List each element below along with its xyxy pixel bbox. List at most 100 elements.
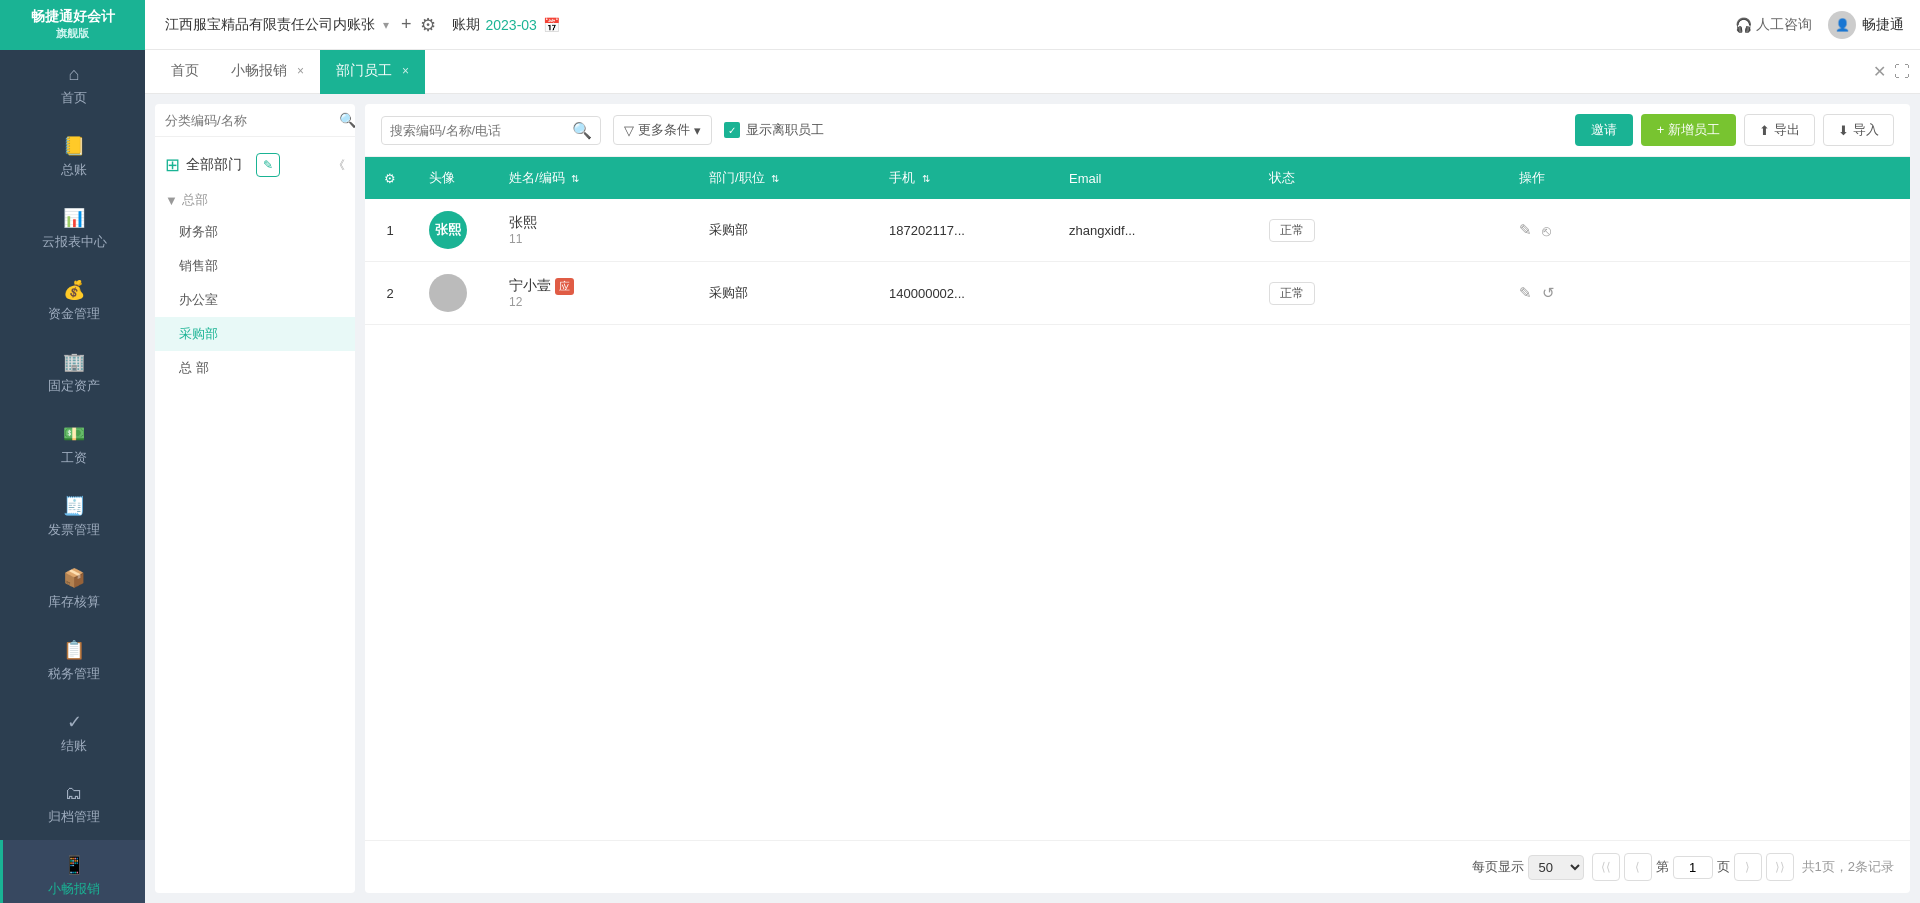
sidebar-item-inventory[interactable]: 📦 库存核算	[0, 553, 145, 625]
export-button[interactable]: ⬆ 导出	[1744, 114, 1815, 146]
toolbar-right: 邀请 + 新增员工 ⬆ 导出 ⬇ 导入	[1575, 114, 1894, 146]
dept-item-office[interactable]: 办公室	[155, 283, 355, 317]
dept-item-finance[interactable]: 财务部	[155, 215, 355, 249]
expand-window-icon[interactable]: ⛶	[1894, 63, 1910, 81]
show-inactive-toggle[interactable]: ✓ 显示离职员工	[724, 121, 824, 139]
add-employee-button[interactable]: + 新增员工	[1641, 114, 1736, 146]
dept-item-general[interactable]: 总 部	[155, 351, 355, 385]
col-phone-label: 手机	[889, 170, 915, 185]
add-tab-button[interactable]: +	[401, 14, 412, 35]
show-inactive-checkbox[interactable]: ✓	[724, 122, 740, 138]
search-icon[interactable]: 🔍	[572, 121, 592, 140]
sidebar-item-salary[interactable]: 💵 工资	[0, 409, 145, 481]
sidebar-item-invoice[interactable]: 🧾 发票管理	[0, 481, 145, 553]
top-bar: 畅捷通好会计 旗舰版 江西服宝精品有限责任公司内账张 ▾ + ⚙ 账期 2023…	[0, 0, 1920, 50]
consult-label: 人工咨询	[1756, 16, 1812, 34]
per-page-label: 每页显示	[1472, 858, 1524, 876]
table-row: 1张熙张熙11采购部187202117...zhangxidf...正常✎⎋	[365, 199, 1910, 262]
export-icon: ⬆	[1759, 123, 1770, 138]
next-page-button[interactable]: ⟩	[1734, 853, 1762, 881]
page-content: 🔍 ⊞ 全部部门 ✎ 《 ▼ 总部 财务部 销售部 办公室	[145, 94, 1920, 903]
sidebar-label-xiaochang: 小畅报销	[48, 880, 100, 898]
col-email-label: Email	[1069, 171, 1102, 186]
filter-label: 更多条件	[638, 121, 690, 139]
dept-group-general: ▼ 总部	[155, 185, 355, 215]
logout-employee-icon[interactable]: ⎋	[1542, 222, 1551, 239]
tab-xiaochang-expense[interactable]: 小畅报销 ×	[215, 50, 320, 94]
row-actions: ✎↺	[1505, 262, 1910, 325]
employee-search-input[interactable]	[390, 123, 566, 138]
avatar: 👤	[1828, 11, 1856, 39]
consult-button[interactable]: 🎧 人工咨询	[1735, 16, 1812, 34]
import-button[interactable]: ⬇ 导入	[1823, 114, 1894, 146]
company-selector[interactable]: 江西服宝精品有限责任公司内账张 ▾	[165, 16, 389, 34]
company-name: 江西服宝精品有限责任公司内账张	[165, 16, 375, 34]
dept-search-icon[interactable]: 🔍	[339, 112, 355, 128]
sidebar-item-capital[interactable]: 💰 资金管理	[0, 265, 145, 337]
salary-icon: 💵	[63, 423, 85, 445]
first-page-button[interactable]: ⟨⟨	[1592, 853, 1620, 881]
dept-item-purchase[interactable]: 采购部	[155, 317, 355, 351]
col-dept-position[interactable]: 部门/职位 ⇅	[695, 157, 875, 199]
sidebar-item-ledger[interactable]: 📒 总账	[0, 121, 145, 193]
sidebar-item-checkout[interactable]: ✓ 结账	[0, 697, 145, 769]
export-label: 导出	[1774, 121, 1800, 139]
sidebar-label-invoice: 发票管理	[48, 521, 100, 539]
sidebar-item-reports[interactable]: 📊 云报表中心	[0, 193, 145, 265]
per-page-selector: 每页显示 50 20 100	[1472, 855, 1584, 880]
dept-group-label-text: 总部	[182, 191, 208, 209]
page-number-input[interactable]	[1673, 856, 1713, 879]
sidebar-label-archive: 归档管理	[48, 808, 100, 826]
row-seq: 2	[365, 262, 415, 325]
edit-dept-icon[interactable]: ✎	[256, 153, 280, 177]
grid-icon: ⊞	[165, 154, 180, 176]
invite-button[interactable]: 邀请	[1575, 114, 1633, 146]
row-email: zhangxidf...	[1055, 199, 1255, 262]
sidebar-item-xiaochang[interactable]: 📱 小畅报销	[0, 840, 145, 903]
settings-icon[interactable]: ⚙	[420, 14, 436, 36]
collapse-icon[interactable]: 《	[333, 157, 345, 174]
import-icon: ⬇	[1838, 123, 1849, 138]
dept-search-input[interactable]	[165, 113, 333, 128]
edit-employee-icon[interactable]: ✎	[1519, 284, 1532, 302]
per-page-select[interactable]: 50 20 100	[1528, 855, 1584, 880]
row-seq: 1	[365, 199, 415, 262]
last-page-button[interactable]: ⟩⟩	[1766, 853, 1794, 881]
col-status-label: 状态	[1269, 170, 1295, 185]
page-prefix: 第	[1656, 858, 1669, 876]
refresh-employee-icon[interactable]: ↺	[1542, 284, 1555, 302]
tab-close-dept[interactable]: ×	[402, 64, 409, 78]
capital-icon: 💰	[63, 279, 85, 301]
all-depts-item[interactable]: ⊞ 全部部门 ✎ 《	[155, 145, 355, 185]
tab-home[interactable]: 首页	[155, 50, 215, 94]
tab-close-xiaochang[interactable]: ×	[297, 64, 304, 78]
row-email	[1055, 262, 1255, 325]
dept-item-sales[interactable]: 销售部	[155, 249, 355, 283]
tab-dept-employee[interactable]: 部门员工 ×	[320, 50, 425, 94]
employee-table: ⚙ 头像 姓名/编码 ⇅ 部门/职位	[365, 157, 1910, 325]
show-inactive-label: 显示离职员工	[746, 121, 824, 139]
period-selector[interactable]: 账期 2023-03 📅	[452, 16, 560, 34]
col-name-code[interactable]: 姓名/编码 ⇅	[495, 157, 695, 199]
user-menu[interactable]: 👤 畅捷通	[1828, 11, 1904, 39]
filter-button[interactable]: ▽ 更多条件 ▾	[613, 115, 712, 145]
sidebar-item-archive[interactable]: 🗂 归档管理	[0, 769, 145, 840]
prev-page-button[interactable]: ⟨	[1624, 853, 1652, 881]
sidebar-label-tax: 税务管理	[48, 665, 100, 683]
sidebar-item-fixed[interactable]: 🏢 固定资产	[0, 337, 145, 409]
filter-icon: ▽	[624, 123, 634, 138]
invoice-icon: 🧾	[63, 495, 85, 517]
col-phone[interactable]: 手机 ⇅	[875, 157, 1055, 199]
total-info: 共1页，2条记录	[1802, 858, 1894, 876]
tab-xiaochang-label: 小畅报销	[231, 62, 287, 80]
sidebar-item-tax[interactable]: 📋 税务管理	[0, 625, 145, 697]
dept-tree: ⊞ 全部部门 ✎ 《 ▼ 总部 财务部 销售部 办公室 采购部 总 部	[155, 137, 355, 893]
close-window-icon[interactable]: ✕	[1873, 62, 1886, 81]
sidebar-label-capital: 资金管理	[48, 305, 100, 323]
table-row: 2宁小壹 应12采购部140000002...正常✎↺	[365, 262, 1910, 325]
first-page-icon: ⟨⟨	[1601, 860, 1611, 874]
row-status: 正常	[1255, 199, 1505, 262]
edit-employee-icon[interactable]: ✎	[1519, 221, 1532, 239]
sidebar-item-home[interactable]: ⌂ 首页	[0, 50, 145, 121]
col-settings[interactable]: ⚙	[365, 157, 415, 199]
